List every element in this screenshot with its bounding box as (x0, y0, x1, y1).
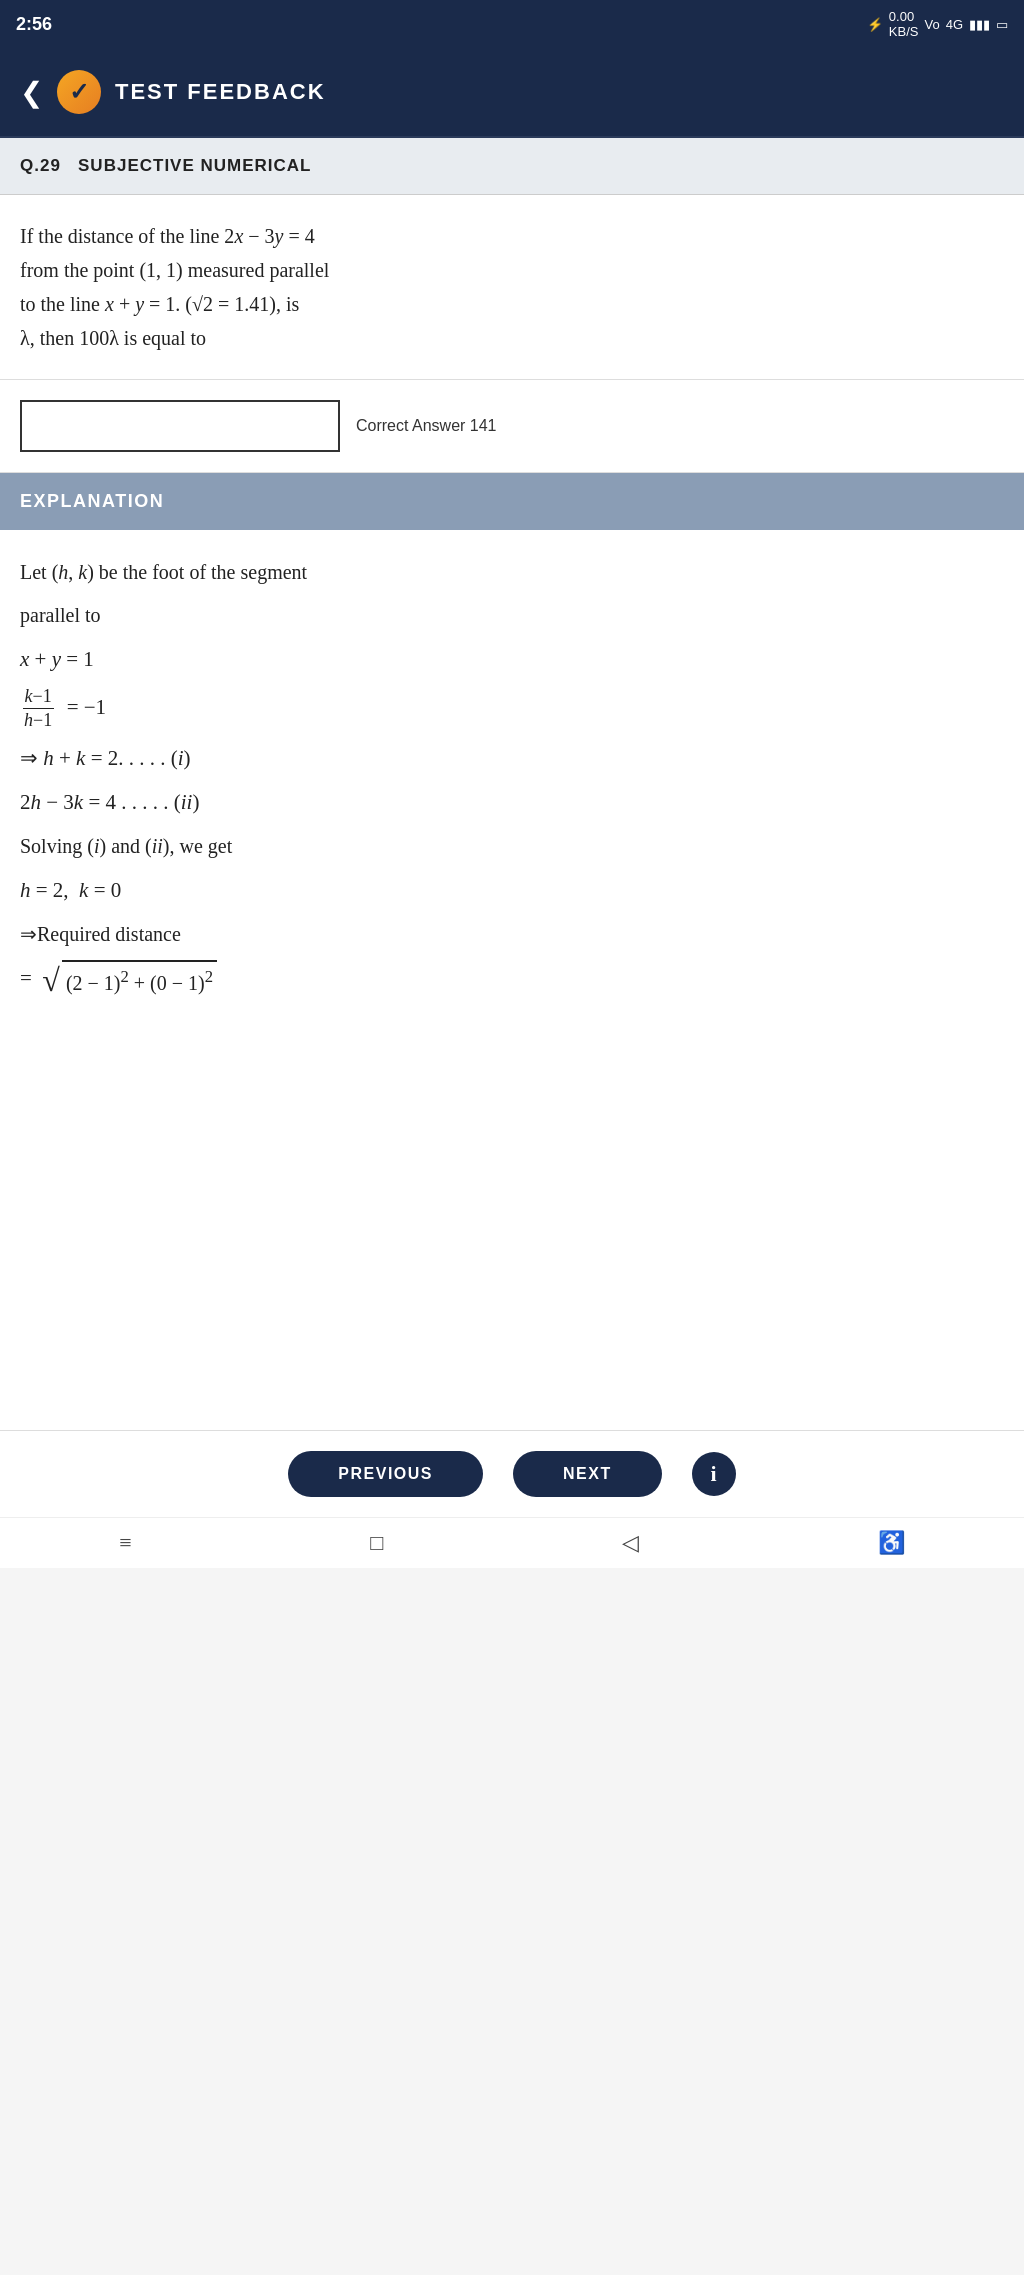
question-type: SUBJECTIVE NUMERICAL (78, 156, 311, 175)
info-button[interactable]: i (692, 1452, 736, 1496)
question-label: Q.29 SUBJECTIVE NUMERICAL (20, 156, 312, 175)
exp-line-3: x + y = 1 (20, 640, 1004, 679)
exp-line-10: = √ (2 − 1)2 + (0 − 1)2 (20, 959, 1004, 1001)
header: ❮ ✓ TEST FEEDBACK (0, 48, 1024, 138)
question-line-4: λ, then 100λ is equal to (20, 321, 1004, 355)
exp-line-8: h = 2, k = 0 (20, 871, 1004, 910)
question-line-2: from the point (1, 1) measured parallel (20, 253, 1004, 287)
check-icon: ✓ (69, 78, 89, 106)
signal-icon: ▮▮▮ (969, 17, 990, 32)
lte-icon: 4G (946, 17, 963, 32)
status-time: 2:56 (16, 14, 52, 35)
data-speed: 0.00KB/S (889, 9, 919, 39)
exp-line-5: ⇒ h + k = 2. . . . . (i) (20, 739, 1004, 778)
page-title: TEST FEEDBACK (115, 79, 326, 105)
explanation-title: EXPLANATION (20, 491, 164, 511)
battery-icon: ▭ (996, 17, 1008, 32)
explanation-header: EXPLANATION (0, 473, 1024, 530)
logo-circle: ✓ (57, 70, 101, 114)
fraction-k: k−1 h−1 (22, 685, 54, 733)
exp-line-7: Solving (i) and (ii), we get (20, 828, 1004, 865)
exp-line-4: k−1 h−1 = −1 (20, 685, 1004, 733)
back-button[interactable]: ❮ (20, 76, 43, 109)
answer-input-box[interactable] (20, 400, 340, 452)
menu-icon[interactable]: ≡ (119, 1530, 131, 1556)
correct-answer-label: Correct Answer 141 (356, 417, 497, 435)
question-body: If the distance of the line 2x − 3y = 4 … (0, 195, 1024, 380)
next-button[interactable]: NEXT (513, 1451, 662, 1497)
question-number: Q.29 (20, 156, 61, 175)
vo-icon: Vo (924, 17, 939, 32)
back-nav-icon[interactable]: ◁ (622, 1530, 639, 1556)
accessibility-icon: ♿ (878, 1530, 905, 1556)
question-line-1: If the distance of the line 2x − 3y = 4 (20, 219, 1004, 253)
previous-button[interactable]: PREVIOUS (288, 1451, 483, 1497)
exp-line-6: 2h − 3k = 4 . . . . . (ii) (20, 783, 1004, 822)
question-header: Q.29 SUBJECTIVE NUMERICAL (0, 138, 1024, 195)
network-icon: ⚡ (867, 17, 883, 32)
status-icons: ⚡ 0.00KB/S Vo 4G ▮▮▮ ▭ (867, 9, 1008, 39)
explanation-body: Let (h, k) be the foot of the segment pa… (0, 530, 1024, 1430)
system-nav-bar: ≡ □ ◁ ♿ (0, 1517, 1024, 1568)
bottom-nav: PREVIOUS NEXT i (0, 1430, 1024, 1517)
answer-section: Correct Answer 141 (0, 380, 1024, 473)
exp-line-2: parallel to (20, 597, 1004, 634)
sqrt-expr: √ (2 − 1)2 + (0 − 1)2 (42, 960, 217, 1002)
exp-line-1: Let (h, k) be the foot of the segment (20, 554, 1004, 591)
question-line-3: to the line x + y = 1. (√2 = 1.41), is (20, 287, 1004, 321)
exp-line-9: ⇒Required distance (20, 916, 1004, 953)
status-bar: 2:56 ⚡ 0.00KB/S Vo 4G ▮▮▮ ▭ (0, 0, 1024, 48)
home-icon[interactable]: □ (370, 1530, 383, 1556)
